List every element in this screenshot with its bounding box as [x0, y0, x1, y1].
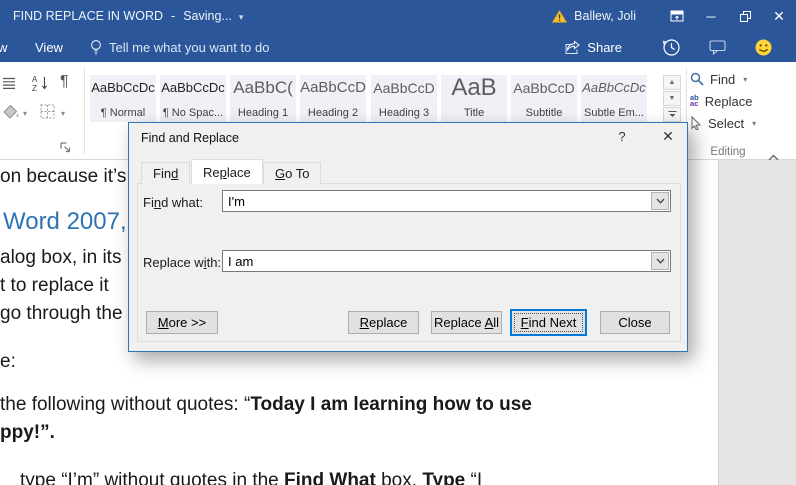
editing-group-label: Editing: [710, 146, 746, 158]
find-what-input[interactable]: [223, 191, 649, 211]
replace-with-dropdown-button[interactable]: [651, 252, 669, 270]
document-title: FIND REPLACE IN WORD: [13, 9, 164, 23]
replace-label: Replace: [704, 93, 753, 109]
comments-button[interactable]: [694, 39, 740, 55]
doc-text-line: t to replace it: [0, 275, 109, 296]
replace-with-input[interactable]: [223, 251, 649, 271]
svg-text:A: A: [32, 75, 38, 84]
close-window-button[interactable]: ✕: [762, 0, 796, 32]
history-icon: [662, 38, 680, 56]
smiley-icon: [755, 39, 771, 55]
saving-status: Saving...: [183, 9, 232, 23]
replace-all-button[interactable]: Replace All: [431, 311, 502, 334]
style-title[interactable]: AaB Title: [441, 74, 507, 122]
restore-button[interactable]: [728, 0, 762, 32]
gallery-scroll-up-button[interactable]: ▲: [663, 75, 681, 90]
replace-with-label: Replace with:: [143, 255, 222, 270]
find-what-combo: [222, 190, 671, 212]
comment-icon: [708, 39, 726, 55]
find-replace-dialog: Find and Replace ? ✕ Find Replace Go To …: [128, 122, 688, 352]
shading-icon[interactable]: [2, 104, 20, 125]
find-label: Find: [710, 71, 736, 87]
window-title: FIND REPLACE IN WORD - Saving... ▾: [13, 9, 244, 23]
page-margin-area: [718, 160, 796, 485]
warning-icon[interactable]: [552, 9, 568, 23]
history-button[interactable]: [648, 38, 694, 57]
doc-text-line: ppy!”.: [0, 422, 55, 443]
chevron-down-icon: [656, 258, 664, 264]
restore-icon: [739, 10, 751, 22]
gallery-more-button[interactable]: [663, 107, 681, 122]
user-name[interactable]: Ballew, Joli: [574, 9, 636, 23]
style-subtle-emphasis[interactable]: AaBbCcDc Subtle Em...: [581, 75, 647, 122]
share-icon: [565, 39, 581, 54]
styles-gallery-scroll: ▲ ▼: [663, 75, 681, 122]
style-heading3[interactable]: AaBbCcD Heading 3: [371, 75, 437, 122]
doc-text-line: on because it’s: [0, 166, 127, 187]
borders-icon[interactable]: [40, 104, 55, 124]
cursor-arrow-icon: [691, 116, 702, 130]
smiley-feedback-button[interactable]: [740, 39, 786, 56]
dialog-tab-goto[interactable]: Go To: [263, 162, 322, 184]
line-spacing-icon[interactable]: [2, 77, 16, 95]
shading-dropdown-icon[interactable]: ▾: [23, 109, 27, 118]
replace-button[interactable]: ab ac Replace: [690, 90, 790, 112]
dialog-tab-replace[interactable]: Replace: [191, 159, 263, 184]
dialog-close-button[interactable]: ✕: [653, 128, 683, 145]
word-window: FIND REPLACE IN WORD - Saving... ▾ Ballew, …: [0, 0, 796, 485]
ribbon-tab-row: w View Tell me what you want to do Share: [0, 32, 796, 62]
doc-text-line-clipped: type “I’m” without quotes in the Find Wh…: [20, 470, 483, 485]
editing-group: Find ▾ ab ac Replace Select ▾: [690, 68, 790, 134]
tab-partial[interactable]: w: [0, 40, 7, 55]
style-heading2[interactable]: AaBbCcD Heading 2: [300, 75, 366, 122]
dialog-help-button[interactable]: ?: [611, 129, 633, 144]
chevron-down-icon: ▾: [752, 118, 757, 128]
gallery-scroll-down-button[interactable]: ▼: [663, 91, 681, 106]
sort-icon[interactable]: AZ: [32, 74, 49, 97]
paragraph-dialog-launcher-icon[interactable]: [60, 140, 71, 158]
doc-text-line: the following without quotes: “Today I a…: [0, 394, 532, 415]
search-icon: [690, 72, 704, 86]
replace-icon: ab ac: [690, 92, 699, 108]
pilcrow-icon[interactable]: ¶: [60, 73, 69, 91]
borders-dropdown-icon[interactable]: ▾: [61, 109, 65, 118]
style-no-spacing[interactable]: AaBbCcDc ¶ No Spac...: [160, 75, 226, 122]
find-what-label: Find what:: [143, 195, 203, 210]
ribbon-display-options-icon: [670, 10, 684, 22]
select-button[interactable]: Select ▾: [690, 112, 790, 134]
dialog-tab-find[interactable]: Find: [141, 162, 191, 184]
share-label: Share: [587, 39, 622, 55]
dialog-title: Find and Replace: [141, 131, 239, 145]
select-label: Select: [708, 115, 745, 131]
doc-heading: Word 2007,: [3, 208, 127, 235]
style-subtitle[interactable]: AaBbCcD Subtitle: [511, 75, 577, 122]
find-next-button[interactable]: Find Next: [510, 309, 587, 336]
find-what-dropdown-button[interactable]: [651, 192, 669, 210]
chevron-down-icon: [656, 198, 664, 204]
replace-with-combo: [222, 250, 671, 272]
style-heading1[interactable]: AaBbC( Heading 1: [230, 75, 296, 122]
minimize-button[interactable]: ─: [694, 0, 728, 32]
more-button[interactable]: More >>: [146, 311, 218, 334]
replace-action-button[interactable]: Replace: [348, 311, 419, 334]
doc-text-line: e:: [0, 351, 16, 372]
doc-text-line: alog box, in its: [0, 247, 122, 268]
svg-text:Z: Z: [32, 84, 37, 92]
tab-view[interactable]: View: [35, 40, 63, 55]
tell-me-box[interactable]: Tell me what you want to do: [90, 39, 269, 56]
chevron-down-icon[interactable]: ▾: [239, 12, 244, 22]
tell-me-label: Tell me what you want to do: [109, 40, 270, 55]
find-button[interactable]: Find ▾: [690, 68, 790, 90]
share-button[interactable]: Share: [564, 40, 622, 55]
ribbon-display-options-button[interactable]: [660, 0, 694, 32]
style-normal[interactable]: AaBbCcDc ¶ Normal: [90, 75, 156, 122]
doc-text-line: go through the: [0, 303, 123, 324]
lightbulb-icon: [90, 39, 102, 55]
title-bar: FIND REPLACE IN WORD - Saving... ▾ Ballew, …: [0, 0, 796, 32]
close-dialog-button[interactable]: Close: [600, 311, 670, 334]
chevron-down-icon: ▾: [743, 74, 748, 84]
